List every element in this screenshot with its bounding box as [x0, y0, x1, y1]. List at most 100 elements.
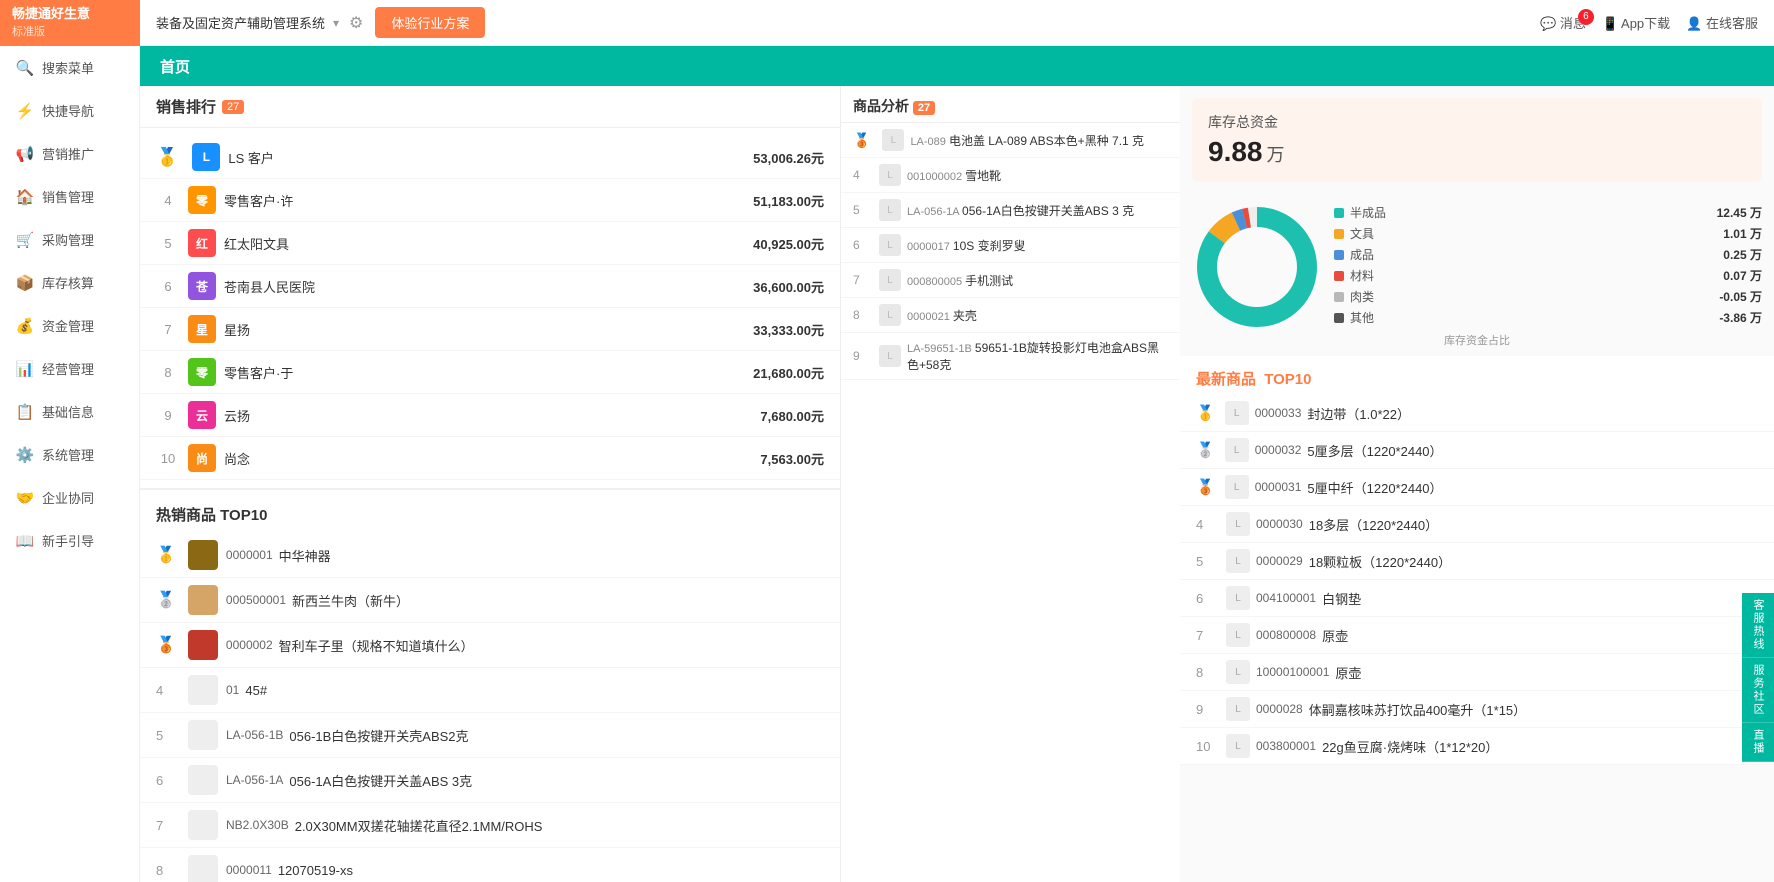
hot-rank-8: 8 [156, 863, 176, 878]
sidebar-item-cooperation[interactable]: 🤝 企业协同 [0, 476, 139, 519]
sidebar: 🔍 搜索菜单 ⚡ 快捷导航 📢 营销推广 🏠 销售管理 🛒 采购管理 📦 库存核… [0, 46, 140, 882]
legend-name-stationery: 文具 [1350, 225, 1723, 242]
rank-amount-2: 51,183.00元 [753, 191, 824, 210]
hot-name-8: 12070519-xs [278, 863, 353, 878]
sidebar-item-sales[interactable]: 🏠 销售管理 [0, 175, 139, 218]
hot-code-8: 0000011 [226, 863, 272, 877]
side-img-9: L [879, 345, 901, 367]
sidebar-item-system[interactable]: ⚙️ 系统管理 [0, 433, 139, 476]
new-rank-4: 4 [1196, 517, 1216, 532]
hot-name-2: 新西兰牛肉（新牛） [292, 591, 409, 610]
hot-rank-7: 7 [156, 818, 176, 833]
side-product-row-3: 🥉 L LA-089 电池盖 LA-089 ABS本色+黑种 7.1 克 [841, 123, 1180, 158]
sales-ranking-badge: 27 [222, 100, 244, 114]
side-code-9: LA-59651-1B [907, 343, 975, 355]
trial-button[interactable]: 体验行业方案 [375, 7, 485, 38]
legend-val-other: -3.86 万 [1719, 309, 1762, 326]
hot-code-4: 01 [226, 683, 239, 697]
new-name-6: 白钢垫 [1322, 589, 1361, 608]
sidebar-item-operations[interactable]: 📊 经营管理 [0, 347, 139, 390]
hot-medal-gold: 🥇 [156, 545, 176, 565]
sidebar-item-guide[interactable]: 📖 新手引导 [0, 519, 139, 562]
rank-amount-7: 7,680.00元 [760, 406, 824, 425]
new-rank-8: 8 [1196, 665, 1216, 680]
sidebar-item-purchase[interactable]: 🛒 采购管理 [0, 218, 139, 261]
legend-item-finished: 成品 0.25 万 [1334, 246, 1762, 263]
rank-number-3: 5 [156, 236, 180, 251]
system-dropdown-icon[interactable]: ▾ [333, 16, 339, 30]
hot-code-2: 000500001 [226, 593, 286, 607]
float-buttons: 客服热线 服务社区 直播 [1742, 593, 1774, 762]
sidebar-label-guide: 新手引导 [42, 531, 94, 550]
side-rank-5: 5 [853, 203, 873, 217]
rank-amount-6: 21,680.00元 [753, 363, 824, 382]
logo-text: 畅捷通好生意 [12, 6, 90, 23]
rank-number-8: 10 [156, 451, 180, 466]
rank-name-2: 零售客户·许 [224, 191, 753, 210]
legend-dot-material [1334, 271, 1344, 281]
rank-avatar-3: 红 [188, 229, 216, 257]
sidebar-item-search[interactable]: 🔍 搜索菜单 [0, 46, 139, 89]
float-btn-service[interactable]: 客服热线 [1742, 593, 1774, 658]
sidebar-label-basic-info: 基础信息 [42, 402, 94, 421]
hot-name-1: 中华神器 [279, 546, 331, 565]
new-name-4: 18多层（1220*2440） [1309, 515, 1438, 534]
message-button[interactable]: 💬 消息 6 [1540, 13, 1586, 32]
new-product-row-10: 10 L 003800001 22g鱼豆腐·烧烤味（1*12*20） [1180, 728, 1774, 765]
operations-icon: 📊 [16, 360, 34, 378]
side-product-row-7: 7 L 000800005 手机测试 [841, 263, 1180, 298]
side-info-9: LA-59651-1B 59651-1B旋转投影灯电池盒ABS黑色+58克 [907, 339, 1168, 373]
hot-products-section: 热销商品 TOP10 🥇 0000001 中华神器 🥈 000500001 新西… [140, 488, 840, 882]
hot-img-8 [188, 855, 218, 882]
hot-code-5: LA-056-1B [226, 728, 283, 742]
sidebar-item-shortcut[interactable]: ⚡ 快捷导航 [0, 89, 139, 132]
new-products-section: 最新商品 TOP10 🥇 L 0000033 封边带（1.0*22） 🥈 L 0… [1180, 356, 1774, 765]
float-btn-live[interactable]: 直播 [1742, 723, 1774, 762]
sidebar-item-finance[interactable]: 💰 资金管理 [0, 304, 139, 347]
inventory-icon: 📦 [16, 274, 34, 292]
rank-number-7: 9 [156, 408, 180, 423]
sidebar-label-sales: 销售管理 [42, 187, 94, 206]
sidebar-item-inventory[interactable]: 📦 库存核算 [0, 261, 139, 304]
new-img-3: L [1225, 475, 1249, 499]
new-products-title-text: 最新商品 [1196, 371, 1256, 388]
top-products-side-list: 🥉 L LA-089 电池盖 LA-089 ABS本色+黑种 7.1 克 4 L… [841, 123, 1180, 380]
sidebar-item-marketing[interactable]: 📢 营销推广 [0, 132, 139, 175]
hot-name-6: 056-1A白色按键开关盖ABS 3克 [289, 771, 472, 790]
sidebar-label-purchase: 采购管理 [42, 230, 94, 249]
hot-img-7 [188, 810, 218, 840]
side-name-8: 夹壳 [953, 309, 977, 323]
right-panel: 库存总资金 9.88 万 [1180, 86, 1774, 882]
hot-product-row-6: 6 LA-056-1A 056-1A白色按键开关盖ABS 3克 [140, 758, 840, 803]
new-code-3: 0000031 [1255, 480, 1302, 494]
side-info-8: 0000021 夹壳 [907, 307, 1168, 324]
new-name-3: 5厘中纤（1220*2440） [1307, 478, 1442, 497]
sidebar-label-shortcut: 快捷导航 [42, 101, 94, 120]
app-download-button[interactable]: 📱 App下载 [1602, 13, 1670, 32]
side-info-6: 0000017 10S 变刹罗叟 [907, 237, 1168, 254]
hot-name-7: 2.0X30MM双搓花轴搓花直径2.1MM/ROHS [295, 816, 543, 835]
sidebar-label-cooperation: 企业协同 [42, 488, 94, 507]
legend-name-semifinished: 半成品 [1350, 204, 1717, 221]
hot-product-row-3: 🥉 0000002 智利车子里（规格不知道填什么） [140, 623, 840, 668]
sidebar-item-basic-info[interactable]: 📋 基础信息 [0, 390, 139, 433]
new-code-8: 10000100001 [1256, 665, 1329, 679]
hot-rank-6: 6 [156, 773, 176, 788]
settings-icon[interactable]: ⚙ [349, 13, 363, 33]
new-medal-silver: 🥈 [1196, 441, 1215, 459]
purchase-icon: 🛒 [16, 231, 34, 249]
hot-product-row-5: 5 LA-056-1B 056-1B白色按键开关壳ABS2克 [140, 713, 840, 758]
side-product-row-4: 4 L 001000002 雪地靴 [841, 158, 1180, 193]
side-rank-7: 7 [853, 273, 873, 287]
new-img-1: L [1225, 401, 1249, 425]
new-name-7: 原壶 [1322, 626, 1348, 645]
float-btn-community[interactable]: 服务社区 [1742, 658, 1774, 723]
hot-img-3 [188, 630, 218, 660]
side-code-3: LA-089 [910, 136, 949, 148]
new-code-6: 004100001 [1256, 591, 1316, 605]
ranking-row-7: 9 云 云扬 7,680.00元 [140, 394, 840, 437]
rank-name-5: 星扬 [224, 320, 753, 339]
side-medal-3: 🥉 [853, 132, 870, 149]
online-service-button[interactable]: 👤 在线客服 [1686, 13, 1758, 32]
top-products-badge: 27 [913, 101, 935, 115]
